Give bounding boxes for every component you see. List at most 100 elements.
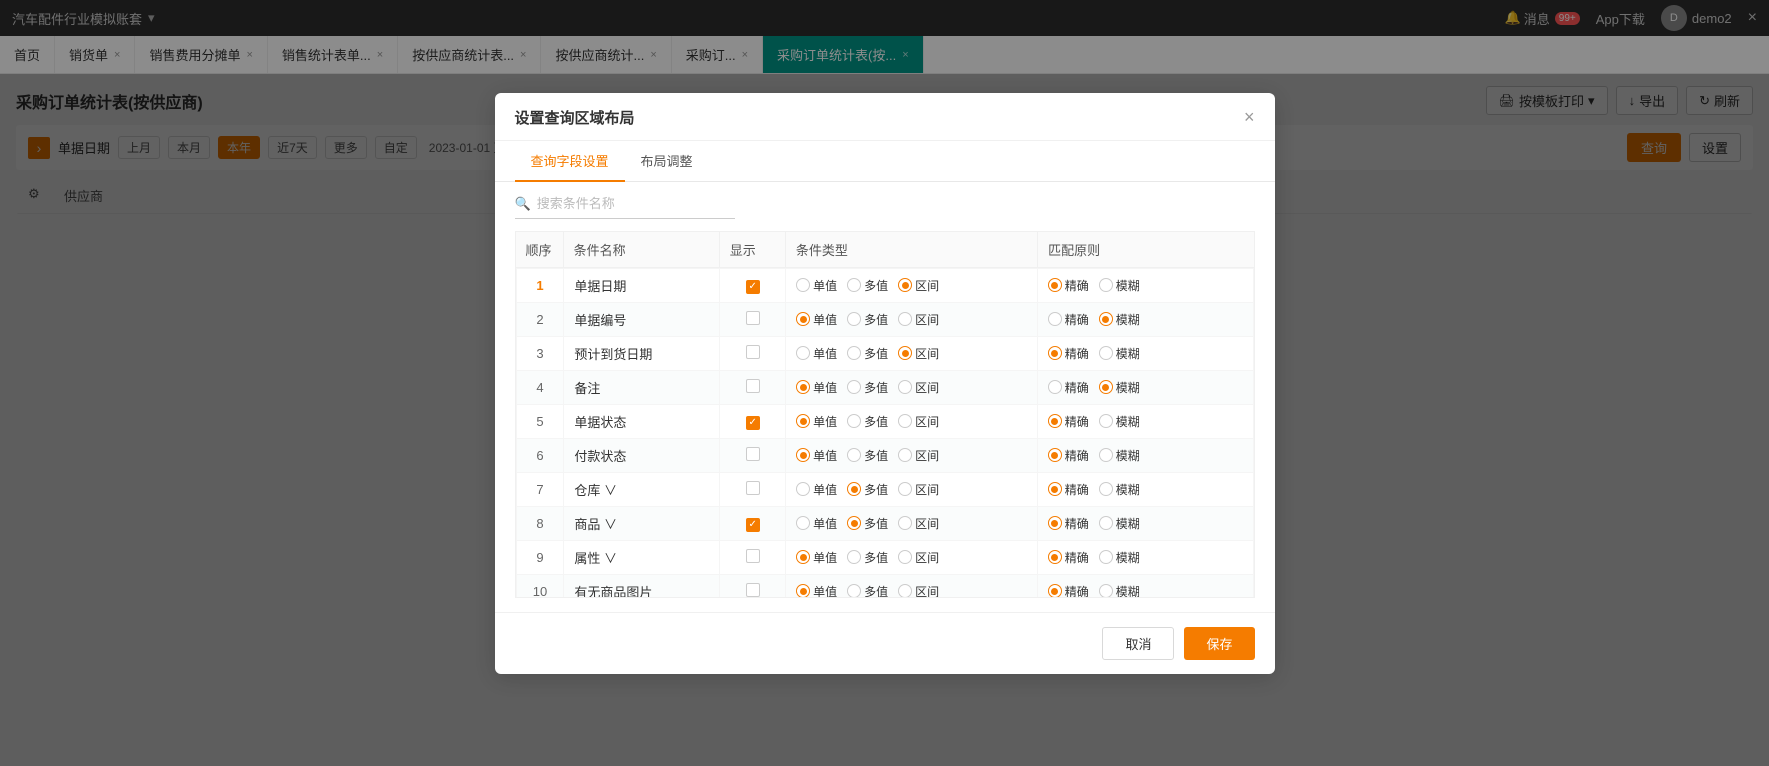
cell-order: 2: [516, 302, 564, 336]
type-radio-item[interactable]: 多值: [847, 311, 888, 328]
show-checkbox[interactable]: [746, 379, 760, 393]
type-radio-item[interactable]: 多值: [847, 549, 888, 566]
match-radio-item[interactable]: 模糊: [1099, 515, 1140, 532]
table-scroll-wrapper[interactable]: 1单据日期单值多值区间精确模糊2单据编号单值多值区间精确模糊3预计到货日期单值多…: [515, 268, 1255, 598]
type-radio-item[interactable]: 单值: [796, 345, 837, 362]
match-radio-item[interactable]: 精确: [1048, 379, 1089, 396]
match-radio-item[interactable]: 精确: [1048, 481, 1089, 498]
type-radio-item[interactable]: 区间: [898, 583, 939, 598]
radio-circle: [898, 312, 912, 326]
match-radio-item[interactable]: 模糊: [1099, 311, 1140, 328]
show-checkbox[interactable]: [746, 447, 760, 461]
cell-type: 单值多值区间: [786, 336, 1038, 370]
type-radio-item[interactable]: 单值: [796, 447, 837, 464]
search-row: 🔍: [515, 196, 735, 219]
type-radio-item[interactable]: 多值: [847, 277, 888, 294]
match-radio-item[interactable]: 模糊: [1099, 447, 1140, 464]
show-checkbox[interactable]: [746, 416, 760, 430]
type-radio-item[interactable]: 单值: [796, 311, 837, 328]
type-radio-item[interactable]: 单值: [796, 515, 837, 532]
match-radio-item[interactable]: 模糊: [1099, 413, 1140, 430]
type-radio-item[interactable]: 单值: [796, 481, 837, 498]
radio-circle: [796, 550, 810, 564]
cell-show[interactable]: [720, 438, 786, 472]
match-radio-item[interactable]: 精确: [1048, 515, 1089, 532]
radio-circle: [847, 414, 861, 428]
type-radio-group: 单值多值区间: [796, 277, 1027, 294]
modal-overlay: 设置查询区域布局 × 查询字段设置 布局调整 🔍 顺序 条件名称 显示: [0, 0, 1769, 766]
type-radio-item[interactable]: 单值: [796, 413, 837, 430]
match-radio-item[interactable]: 模糊: [1099, 549, 1140, 566]
type-radio-item[interactable]: 多值: [847, 379, 888, 396]
match-radio-item[interactable]: 模糊: [1099, 583, 1140, 598]
field-table: 顺序 条件名称 显示 条件类型 匹配原则: [515, 231, 1255, 268]
type-radio-item[interactable]: 多值: [847, 447, 888, 464]
radio-circle: [796, 448, 810, 462]
type-radio-item[interactable]: 多值: [847, 583, 888, 598]
match-radio-item[interactable]: 模糊: [1099, 345, 1140, 362]
type-radio-item[interactable]: 多值: [847, 413, 888, 430]
cell-show[interactable]: [720, 404, 786, 438]
radio-circle: [1099, 346, 1113, 360]
type-radio-item[interactable]: 单值: [796, 583, 837, 598]
match-radio-item[interactable]: 精确: [1048, 549, 1089, 566]
cancel-btn[interactable]: 取消: [1102, 627, 1174, 660]
type-radio-item[interactable]: 区间: [898, 345, 939, 362]
cell-type: 单值多值区间: [786, 268, 1038, 302]
type-radio-item[interactable]: 区间: [898, 515, 939, 532]
cell-show[interactable]: [720, 268, 786, 302]
radio-label: 多值: [864, 311, 888, 328]
match-radio-item[interactable]: 模糊: [1099, 379, 1140, 396]
cell-show[interactable]: [720, 472, 786, 506]
match-radio-item[interactable]: 精确: [1048, 311, 1089, 328]
radio-label: 区间: [915, 311, 939, 328]
type-radio-item[interactable]: 区间: [898, 413, 939, 430]
type-radio-item[interactable]: 多值: [847, 345, 888, 362]
match-radio-item[interactable]: 精确: [1048, 447, 1089, 464]
radio-label: 精确: [1065, 311, 1089, 328]
show-checkbox[interactable]: [746, 345, 760, 359]
table-row: 10有无商品图片单值多值区间精确模糊: [516, 574, 1253, 598]
type-radio-item[interactable]: 单值: [796, 379, 837, 396]
type-radio-item[interactable]: 区间: [898, 481, 939, 498]
radio-circle: [796, 516, 810, 530]
cell-show[interactable]: [720, 506, 786, 540]
modal-close-btn[interactable]: ×: [1244, 108, 1255, 126]
match-radio-item[interactable]: 模糊: [1099, 277, 1140, 294]
type-radio-item[interactable]: 区间: [898, 379, 939, 396]
match-radio-item[interactable]: 精确: [1048, 277, 1089, 294]
save-btn[interactable]: 保存: [1184, 627, 1254, 660]
type-radio-item[interactable]: 多值: [847, 515, 888, 532]
show-checkbox[interactable]: [746, 518, 760, 532]
cell-show[interactable]: [720, 574, 786, 598]
type-radio-item[interactable]: 区间: [898, 277, 939, 294]
cell-order: 6: [516, 438, 564, 472]
cell-show[interactable]: [720, 302, 786, 336]
cell-show[interactable]: [720, 336, 786, 370]
type-radio-item[interactable]: 区间: [898, 447, 939, 464]
modal-tab-query[interactable]: 查询字段设置: [515, 141, 625, 182]
cell-show[interactable]: [720, 370, 786, 404]
match-radio-item[interactable]: 模糊: [1099, 481, 1140, 498]
show-checkbox[interactable]: [746, 280, 760, 294]
match-radio-item[interactable]: 精确: [1048, 345, 1089, 362]
field-table-body: 1单据日期单值多值区间精确模糊2单据编号单值多值区间精确模糊3预计到货日期单值多…: [516, 268, 1254, 598]
match-radio-item[interactable]: 精确: [1048, 413, 1089, 430]
table-head-row: 顺序 条件名称 显示 条件类型 匹配原则: [515, 231, 1254, 267]
radio-circle: [847, 482, 861, 496]
show-checkbox[interactable]: [746, 311, 760, 325]
type-radio-item[interactable]: 区间: [898, 311, 939, 328]
type-radio-item[interactable]: 单值: [796, 549, 837, 566]
radio-label: 精确: [1065, 583, 1089, 598]
search-input[interactable]: [537, 196, 717, 211]
modal-tab-layout[interactable]: 布局调整: [625, 141, 709, 182]
match-radio-item[interactable]: 精确: [1048, 583, 1089, 598]
type-radio-item[interactable]: 区间: [898, 549, 939, 566]
show-checkbox[interactable]: [746, 549, 760, 563]
cell-show[interactable]: [720, 540, 786, 574]
cell-type: 单值多值区间: [786, 370, 1038, 404]
type-radio-item[interactable]: 多值: [847, 481, 888, 498]
type-radio-item[interactable]: 单值: [796, 277, 837, 294]
show-checkbox[interactable]: [746, 583, 760, 597]
show-checkbox[interactable]: [746, 481, 760, 495]
